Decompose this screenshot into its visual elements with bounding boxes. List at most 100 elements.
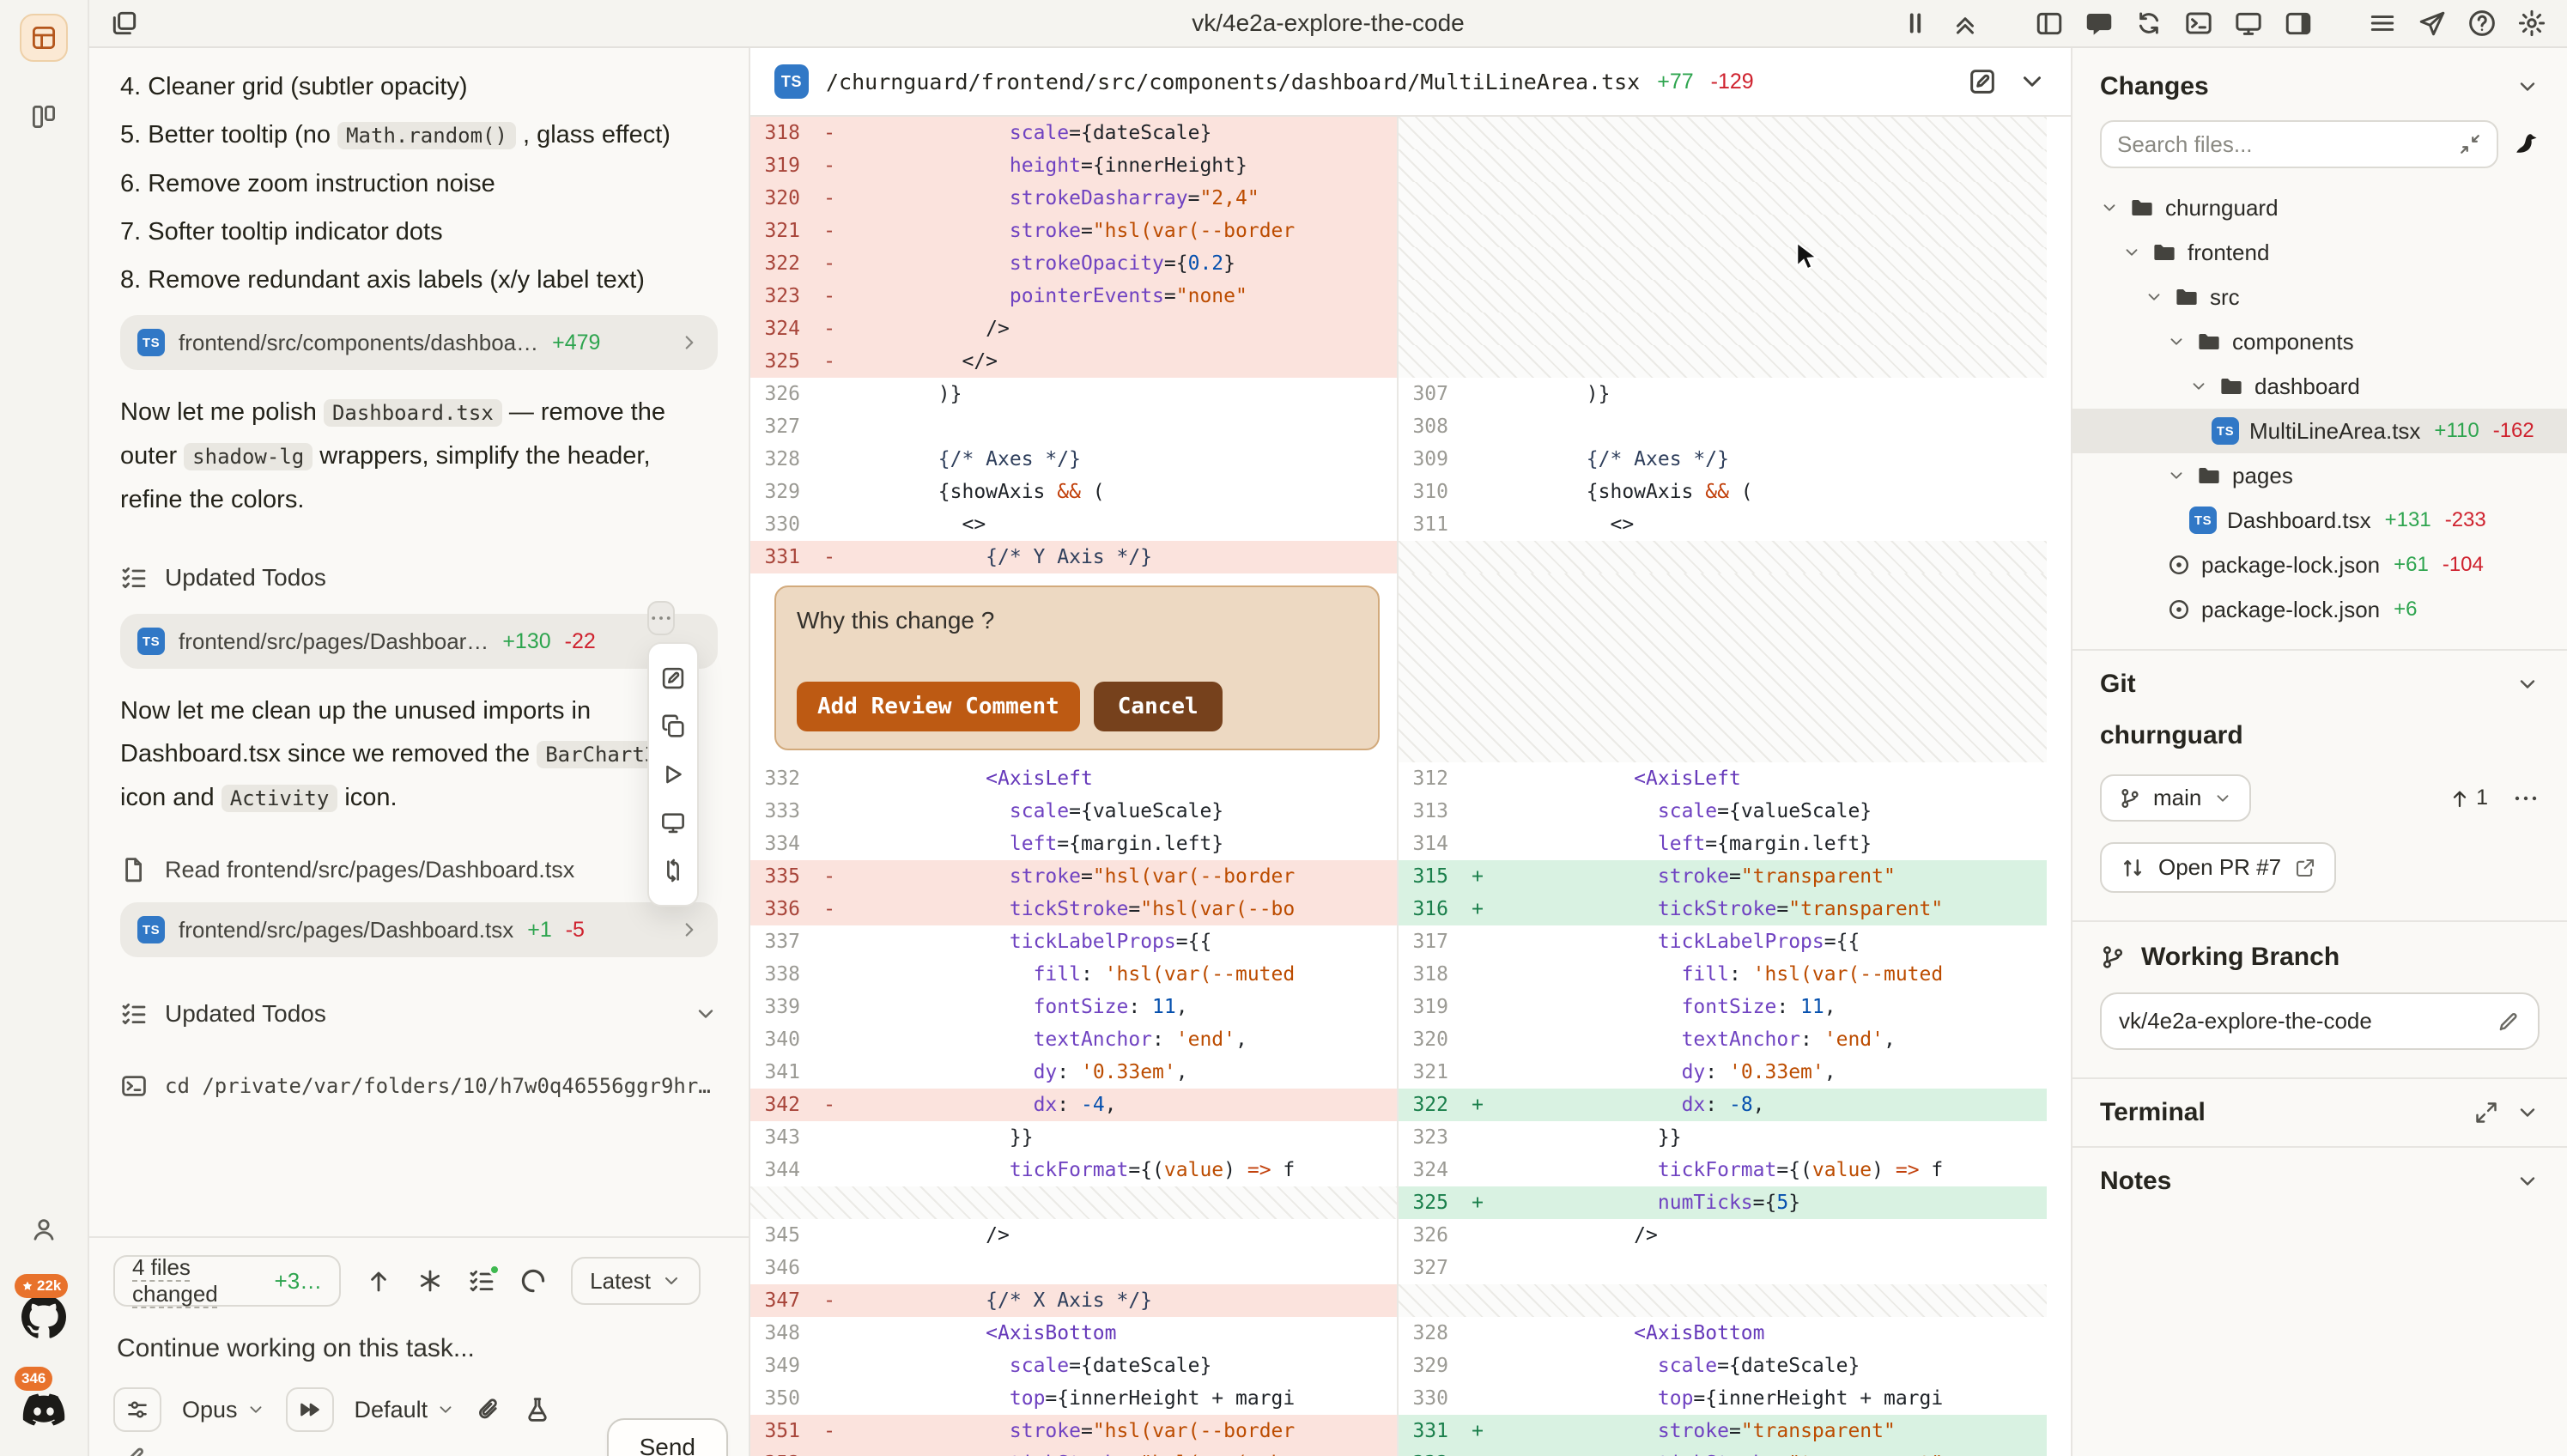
git-compare-icon[interactable] <box>651 846 695 895</box>
line-number[interactable]: 341 <box>750 1056 816 1089</box>
copy-icon[interactable] <box>651 702 695 750</box>
collapse-icon[interactable] <box>1951 9 1980 38</box>
open-pr-button[interactable]: Open PR #7 <box>2100 842 2336 893</box>
collapse-tree-icon[interactable] <box>2459 133 2481 155</box>
message-input[interactable]: Continue working on this task... <box>117 1334 721 1363</box>
tool-row[interactable]: Read frontend/src/pages/Dashboard.tsx <box>120 851 718 889</box>
line-number[interactable]: 317 <box>1399 925 1464 958</box>
add-review-comment-button[interactable]: Add Review Comment <box>797 682 1080 731</box>
profile-dropdown[interactable]: Default <box>355 1397 456 1423</box>
line-number[interactable]: 332 <box>750 762 816 795</box>
line-number[interactable]: 336 <box>750 893 816 925</box>
line-number[interactable]: 333 <box>750 795 816 828</box>
pencil-icon[interactable] <box>2497 1010 2521 1034</box>
line-number[interactable]: 334 <box>750 828 816 860</box>
line-number[interactable]: 347 <box>750 1284 816 1317</box>
line-number[interactable]: 346 <box>750 1252 816 1284</box>
panel-left-icon[interactable] <box>2035 9 2064 38</box>
tree-folder-row[interactable]: churnguard <box>2072 185 2567 230</box>
line-number[interactable]: 338 <box>750 958 816 991</box>
cancel-button[interactable]: Cancel <box>1094 682 1223 731</box>
line-number[interactable]: 330 <box>1399 1382 1464 1415</box>
line-number[interactable]: 352 <box>750 1447 816 1456</box>
chat-bubble-icon[interactable] <box>2085 9 2114 38</box>
line-number[interactable]: 340 <box>750 1023 816 1056</box>
line-number[interactable]: 313 <box>1399 795 1464 828</box>
line-number[interactable]: 328 <box>1399 1317 1464 1350</box>
arrow-up-icon[interactable] <box>365 1267 392 1295</box>
line-number[interactable]: 351 <box>750 1415 816 1447</box>
line-number[interactable]: 323 <box>1399 1121 1464 1154</box>
line-number[interactable]: 344 <box>750 1154 816 1186</box>
line-number[interactable]: 308 <box>1399 410 1464 443</box>
line-number[interactable]: 322 <box>1399 1089 1464 1121</box>
working-branch-field[interactable]: vk/4e2a-explore-the-code <box>2100 992 2540 1050</box>
tree-folder-row[interactable]: components <box>2072 319 2567 364</box>
line-number[interactable]: 307 <box>1399 378 1464 410</box>
todos-status-icon[interactable] <box>468 1267 495 1295</box>
changes-section-header[interactable]: Changes <box>2072 48 2567 120</box>
line-number[interactable]: 332 <box>1399 1447 1464 1456</box>
tree-folder-row[interactable]: pages <box>2072 453 2567 498</box>
settings-sliders-button[interactable] <box>113 1387 161 1432</box>
tools-button[interactable] <box>524 1396 551 1423</box>
line-number[interactable]: 310 <box>1399 476 1464 508</box>
files-changed-button[interactable]: 4 files changed +3… <box>113 1255 341 1307</box>
line-number[interactable]: 326 <box>750 378 816 410</box>
discord-link[interactable]: 346 <box>21 1374 66 1439</box>
play-icon[interactable] <box>651 750 695 798</box>
version-dropdown[interactable]: Latest <box>571 1257 701 1305</box>
search-files-box[interactable] <box>2100 120 2498 168</box>
line-number[interactable]: 331 <box>1399 1415 1464 1447</box>
line-number[interactable]: 318 <box>750 117 816 149</box>
ahead-count[interactable]: 1 <box>2449 786 2488 810</box>
line-number[interactable]: 312 <box>1399 762 1464 795</box>
git-section-header[interactable]: Git <box>2072 649 2567 718</box>
account-button[interactable] <box>20 1205 68 1253</box>
menu-icon[interactable] <box>2368 9 2397 38</box>
line-number[interactable]: 324 <box>750 312 816 345</box>
attach-button[interactable] <box>476 1396 503 1423</box>
line-number[interactable]: 325 <box>750 345 816 378</box>
terminal-section-header[interactable]: Terminal <box>2072 1077 2567 1146</box>
line-number[interactable]: 328 <box>750 443 816 476</box>
tree-file-row[interactable]: TSMultiLineArea.tsx+110-162 <box>2072 409 2567 453</box>
line-number[interactable]: 318 <box>1399 958 1464 991</box>
line-number[interactable]: 311 <box>1399 508 1464 541</box>
line-number[interactable]: 314 <box>1399 828 1464 860</box>
windows-icon[interactable] <box>110 9 139 38</box>
drag-handle[interactable] <box>647 601 675 635</box>
line-number[interactable]: 320 <box>750 182 816 215</box>
fast-forward-button[interactable] <box>286 1387 334 1432</box>
tree-folder-row[interactable]: dashboard <box>2072 364 2567 409</box>
branch-selector[interactable]: main <box>2100 774 2251 822</box>
file-change-chip[interactable]: TSfrontend/src/pages/Dashboar…+130-22 <box>120 614 718 669</box>
line-number[interactable]: 330 <box>750 508 816 541</box>
search-input[interactable] <box>2117 131 2449 158</box>
line-number[interactable]: 329 <box>750 476 816 508</box>
line-number[interactable]: 326 <box>1399 1219 1464 1252</box>
model-dropdown[interactable]: Opus <box>182 1397 265 1423</box>
help-icon[interactable] <box>2467 9 2497 38</box>
tree-file-row[interactable]: TSDashboard.tsx+131-233 <box>2072 498 2567 543</box>
panel-right-icon[interactable] <box>2284 9 2313 38</box>
github-link[interactable]: 22k <box>21 1281 66 1346</box>
line-number[interactable]: 329 <box>1399 1350 1464 1382</box>
pen-icon[interactable] <box>120 1444 148 1456</box>
line-number[interactable]: 325 <box>1399 1186 1464 1219</box>
tree-file-row[interactable]: package-lock.json+61-104 <box>2072 543 2567 587</box>
line-number[interactable]: 349 <box>750 1350 816 1382</box>
line-number[interactable]: 316 <box>1399 893 1464 925</box>
line-number[interactable]: 322 <box>750 247 816 280</box>
annotate-icon[interactable] <box>651 654 695 702</box>
line-number[interactable]: 327 <box>1399 1252 1464 1284</box>
line-number[interactable]: 335 <box>750 860 816 893</box>
file-change-chip[interactable]: TSfrontend/src/pages/Dashboard.tsx+1-5 <box>120 902 718 957</box>
boards-button[interactable] <box>20 93 68 141</box>
git-sync-icon[interactable] <box>2134 9 2163 38</box>
line-number[interactable]: 343 <box>750 1121 816 1154</box>
line-number[interactable]: 323 <box>750 280 816 312</box>
send-plane-icon[interactable] <box>2418 9 2447 38</box>
line-number[interactable]: 321 <box>1399 1056 1464 1089</box>
notes-section-header[interactable]: Notes <box>2072 1146 2567 1215</box>
